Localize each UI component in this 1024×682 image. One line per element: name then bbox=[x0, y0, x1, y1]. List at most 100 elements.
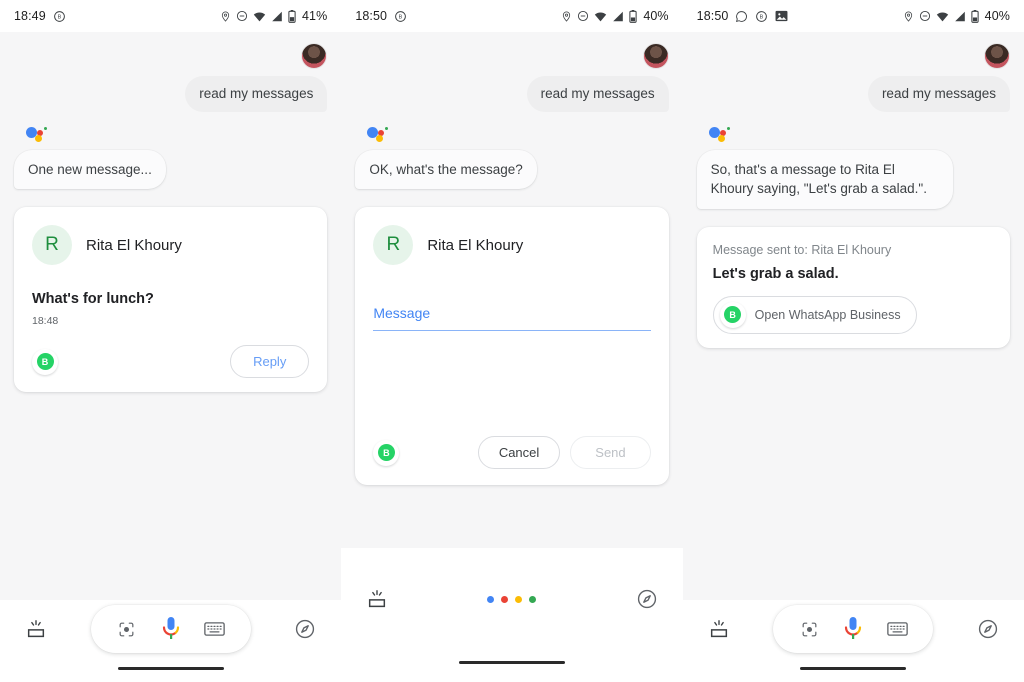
message-input-label: Message bbox=[373, 305, 431, 322]
sent-message-body: Let's grab a salad. bbox=[712, 265, 839, 282]
cancel-button[interactable]: Cancel bbox=[477, 436, 561, 470]
status-bar-right: 41% bbox=[220, 9, 327, 23]
user-message-bubble: read my messages bbox=[867, 76, 1010, 113]
explore-icon[interactable] bbox=[291, 615, 319, 643]
snapshot-icon[interactable] bbox=[363, 585, 391, 613]
conversation-area: read my messages So, that's a message to… bbox=[682, 32, 1024, 600]
mic-icon[interactable] bbox=[161, 616, 181, 642]
svg-text:B: B bbox=[760, 14, 764, 20]
home-indicator[interactable] bbox=[117, 667, 224, 670]
signal-icon bbox=[612, 11, 624, 22]
home-indicator[interactable] bbox=[458, 661, 565, 664]
status-bar: 18:50 B 40% bbox=[683, 0, 1024, 32]
panel-two: 18:50 B 40% read my messages OK, what's … bbox=[341, 0, 683, 682]
message-sent-card: Message sent to: Rita El Khoury Let's gr… bbox=[696, 226, 1010, 348]
bottom-nav bbox=[0, 600, 342, 682]
message-timestamp: 18:48 bbox=[32, 315, 59, 328]
contact-avatar: R bbox=[32, 225, 72, 266]
reply-button[interactable]: Reply bbox=[230, 345, 310, 379]
status-time: 18:50 bbox=[355, 9, 388, 23]
conversation-area: read my messages One new message... R Ri… bbox=[0, 32, 342, 600]
svg-text:B: B bbox=[57, 14, 61, 20]
wifi-icon bbox=[594, 11, 607, 22]
location-icon bbox=[903, 10, 914, 23]
wifi-icon bbox=[253, 11, 266, 22]
screenshot-icon: B bbox=[394, 10, 407, 23]
keyboard-icon[interactable] bbox=[201, 615, 229, 643]
listening-indicator[interactable] bbox=[487, 595, 537, 603]
screenshot-icon: B bbox=[755, 10, 768, 23]
location-icon bbox=[220, 10, 231, 23]
status-bar-left: 18:50 B bbox=[697, 9, 789, 23]
screenshot-icon: B bbox=[53, 10, 66, 23]
dnd-icon bbox=[236, 10, 248, 22]
avatar[interactable] bbox=[983, 43, 1010, 69]
battery-percent: 41% bbox=[302, 9, 328, 23]
whatsapp-business-icon: B bbox=[373, 439, 400, 466]
bottom-nav bbox=[682, 600, 1024, 682]
explore-icon[interactable] bbox=[633, 585, 661, 613]
conversation-area: read my messages OK, what's the message?… bbox=[341, 32, 683, 548]
battery-percent: 40% bbox=[984, 9, 1010, 23]
assistant-turn: OK, what's the message? bbox=[355, 126, 668, 190]
contact-name: Rita El Khoury bbox=[427, 236, 524, 254]
snapshot-icon[interactable] bbox=[705, 615, 733, 643]
user-message-bubble: read my messages bbox=[526, 76, 669, 113]
lens-icon[interactable] bbox=[795, 615, 823, 643]
user-turn: read my messages bbox=[14, 32, 328, 113]
status-time: 18:50 bbox=[696, 9, 729, 23]
incoming-message-card: R Rita El Khoury What's for lunch? 18:48… bbox=[14, 207, 328, 393]
explore-icon[interactable] bbox=[974, 615, 1002, 643]
assistant-turn: So, that's a message to Rita El Khoury s… bbox=[696, 126, 1010, 209]
open-app-label: Open WhatsApp Business bbox=[754, 307, 901, 322]
google-assistant-logo-icon bbox=[367, 126, 389, 143]
signal-icon bbox=[954, 11, 966, 22]
keyboard-icon[interactable] bbox=[883, 615, 911, 643]
card-footer: B Reply bbox=[32, 345, 310, 379]
compose-message-card: R Rita El Khoury Message B Cancel Send bbox=[355, 207, 669, 486]
status-bar-left: 18:50 B bbox=[355, 9, 407, 23]
status-bar-right: 40% bbox=[903, 9, 1010, 23]
status-bar-left: 18:49 B bbox=[14, 9, 66, 23]
lens-icon[interactable] bbox=[113, 615, 141, 643]
google-assistant-logo-icon bbox=[26, 126, 48, 143]
open-whatsapp-business-button[interactable]: B Open WhatsApp Business bbox=[712, 295, 917, 334]
screenshot-triptych: 18:49 B 41% read my messages One new mes… bbox=[0, 0, 1024, 682]
battery-icon bbox=[629, 9, 637, 23]
assistant-turn: One new message... bbox=[14, 126, 327, 190]
card-footer: B Cancel Send bbox=[373, 418, 651, 470]
user-turn: read my messages bbox=[355, 32, 669, 113]
status-time: 18:49 bbox=[14, 9, 46, 23]
user-message-bubble: read my messages bbox=[185, 76, 328, 113]
send-button: Send bbox=[570, 436, 651, 470]
status-bar: 18:50 B 40% bbox=[341, 0, 682, 32]
image-icon bbox=[775, 10, 788, 22]
avatar[interactable] bbox=[301, 43, 328, 69]
message-input[interactable]: Message bbox=[373, 305, 651, 332]
assistant-message-bubble: OK, what's the message? bbox=[355, 150, 537, 190]
battery-percent: 40% bbox=[643, 9, 669, 23]
dnd-icon bbox=[919, 10, 931, 22]
google-assistant-logo-icon bbox=[708, 126, 731, 143]
dnd-icon bbox=[577, 10, 589, 22]
user-turn: read my messages bbox=[697, 32, 1010, 113]
message-input-underline bbox=[373, 330, 651, 332]
battery-icon bbox=[971, 9, 979, 23]
avatar[interactable] bbox=[642, 43, 669, 69]
assistant-input-pill bbox=[90, 605, 251, 653]
mic-icon[interactable] bbox=[843, 616, 863, 642]
whatsapp-business-icon: B bbox=[32, 348, 58, 375]
whatsapp-business-icon: B bbox=[719, 301, 746, 328]
assistant-message-bubble: So, that's a message to Rita El Khoury s… bbox=[696, 150, 953, 209]
card-header: R Rita El Khoury bbox=[32, 225, 309, 266]
home-indicator[interactable] bbox=[800, 667, 907, 670]
sent-to-label: Message sent to: Rita El Khoury bbox=[712, 242, 892, 257]
signal-icon bbox=[271, 11, 283, 22]
status-bar: 18:49 B 41% bbox=[0, 0, 341, 32]
snapshot-icon[interactable] bbox=[22, 615, 50, 643]
assistant-input-pill bbox=[773, 605, 934, 653]
battery-icon bbox=[288, 9, 296, 23]
contact-name: Rita El Khoury bbox=[86, 236, 182, 254]
location-icon bbox=[561, 10, 572, 23]
card-header: R Rita El Khoury bbox=[373, 225, 650, 266]
